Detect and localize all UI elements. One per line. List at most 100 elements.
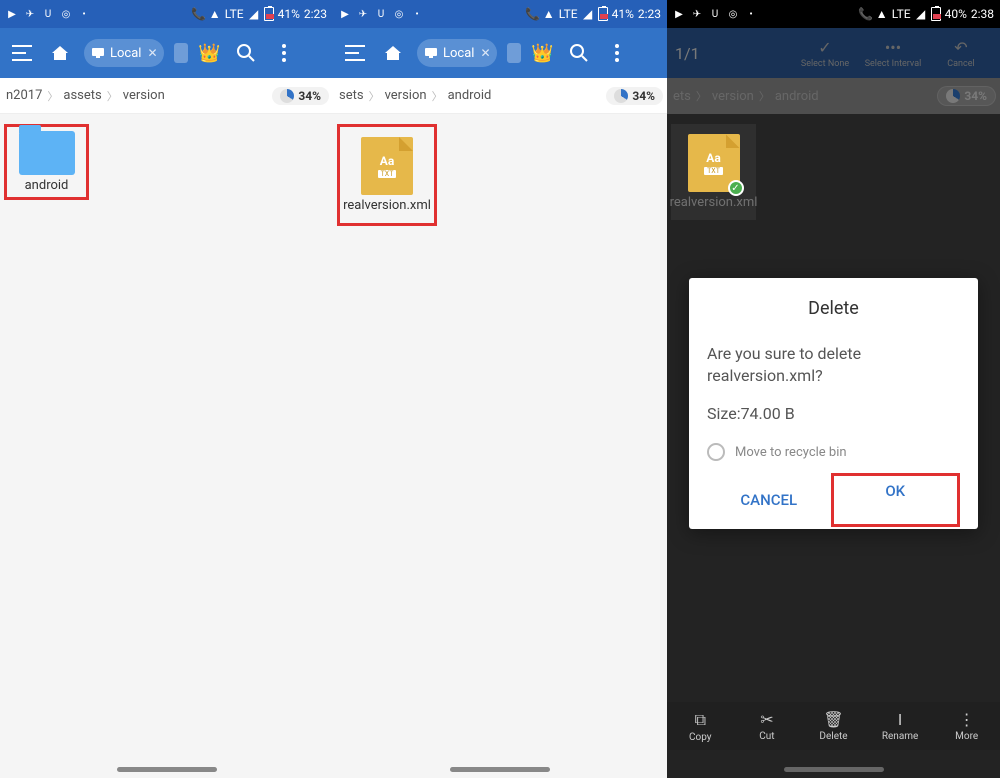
nav-pill[interactable] <box>450 767 550 772</box>
instagram-icon: ◎ <box>393 8 405 20</box>
delete-dialog: Delete Are you sure to delete realversio… <box>689 278 978 529</box>
folder-label: android <box>25 179 69 193</box>
more-icon: • <box>411 8 423 20</box>
app-icon: U <box>42 8 54 20</box>
crumb-item[interactable]: version <box>383 88 429 103</box>
battery-pct: 41% <box>612 7 634 21</box>
call-icon: 📞 <box>527 8 539 20</box>
more-icon: • <box>78 8 90 20</box>
recycle-label: Move to recycle bin <box>735 445 847 460</box>
pie-icon <box>614 89 628 103</box>
signal-icon: ◢ <box>582 8 594 20</box>
cut-action[interactable]: ✂Cut <box>734 702 801 750</box>
checkbox-icon[interactable] <box>707 443 725 461</box>
crumb-item[interactable]: assets <box>61 88 103 103</box>
signal-icon: ◢ <box>915 8 927 20</box>
chevron-right-icon: 〉 <box>429 88 446 104</box>
premium-crown-icon[interactable]: 👑 <box>198 41 222 65</box>
dialog-message: Are you sure to delete realversion.xml? <box>707 343 960 386</box>
battery-pct: 41% <box>278 7 300 21</box>
crumb-item[interactable]: android <box>446 88 494 103</box>
storage-indicator[interactable]: 34% <box>606 87 663 105</box>
copy-action[interactable]: ⧉Copy <box>667 702 734 750</box>
tab-label: Local <box>110 46 141 61</box>
chevron-right-icon: 〉 <box>104 88 121 104</box>
more-button[interactable] <box>603 39 631 67</box>
rename-action[interactable]: IRename <box>867 702 934 750</box>
chevron-right-icon: 〉 <box>44 88 61 104</box>
app-bar: Local ✕ 👑 <box>0 28 333 78</box>
new-tab-button[interactable] <box>174 43 188 63</box>
more-button[interactable] <box>270 39 298 67</box>
search-button[interactable] <box>232 39 260 67</box>
crumb-item[interactable]: sets <box>337 88 366 103</box>
dialog-title: Delete <box>707 298 960 319</box>
lte-label: LTE <box>225 7 244 21</box>
recycle-checkbox-row[interactable]: Move to recycle bin <box>707 443 960 461</box>
youtube-icon: ▶ <box>6 8 18 20</box>
local-tab[interactable]: Local ✕ <box>417 39 497 67</box>
home-button[interactable] <box>46 39 74 67</box>
youtube-icon: ▶ <box>339 8 351 20</box>
cut-icon: ✂ <box>760 710 773 729</box>
nav-pill[interactable] <box>784 767 884 772</box>
nav-pill[interactable] <box>117 767 217 772</box>
wifi-icon: ▲ <box>876 8 888 20</box>
storage-pct: 34% <box>632 89 655 103</box>
battery-icon <box>264 7 274 21</box>
crumb-item[interactable]: n2017 <box>4 88 44 103</box>
dialog-size: Size:74.00 B <box>707 404 960 423</box>
clock: 2:23 <box>638 7 661 21</box>
search-button[interactable] <box>565 39 593 67</box>
wifi-icon: ▲ <box>543 8 555 20</box>
home-button[interactable] <box>379 39 407 67</box>
youtube-icon: ▶ <box>673 8 685 20</box>
battery-icon <box>598 7 608 21</box>
more-action[interactable]: ⋮More <box>933 702 1000 750</box>
more-vertical-icon: ⋮ <box>959 710 975 729</box>
selected-check-icon: ✓ <box>728 180 744 196</box>
file-realversion-xml[interactable]: Aa TXT realversion.xml <box>337 124 437 226</box>
xml-file-icon: Aa TXT <box>361 137 413 195</box>
battery-pct: 40% <box>945 7 967 21</box>
trash-icon: 🗑 <box>823 710 843 729</box>
dialog-cancel-button[interactable]: CANCEL <box>707 479 831 521</box>
pie-icon <box>280 89 294 103</box>
signal-icon: ◢ <box>248 8 260 20</box>
copy-icon: ⧉ <box>695 710 706 730</box>
lte-label: LTE <box>892 7 911 21</box>
delete-action[interactable]: 🗑Delete <box>800 702 867 750</box>
folder-android[interactable]: android <box>4 124 89 200</box>
more-icon: • <box>745 8 757 20</box>
menu-button[interactable] <box>8 39 36 67</box>
premium-crown-icon[interactable]: 👑 <box>531 41 555 65</box>
status-bar: ▶ ✈ U ◎ • 📞 ▲ LTE ◢ 41% 2:23 <box>333 0 667 28</box>
status-bar: ▶ ✈ U ◎ • 📞 ▲ LTE ◢ 40% 2:38 <box>667 0 1000 28</box>
folder-icon <box>19 131 75 175</box>
tab-label: Local <box>443 46 474 61</box>
app-icon: U <box>709 8 721 20</box>
app-bar: Local ✕ 👑 <box>333 28 667 78</box>
menu-button[interactable] <box>341 39 369 67</box>
telegram-icon: ✈ <box>357 8 369 20</box>
battery-icon <box>931 7 941 21</box>
new-tab-button[interactable] <box>507 43 521 63</box>
close-tab-icon[interactable]: ✕ <box>480 46 490 60</box>
bottom-action-bar: ⧉Copy ✂Cut 🗑Delete IRename ⋮More <box>667 702 1000 750</box>
clock: 2:23 <box>304 7 327 21</box>
lte-label: LTE <box>559 7 578 21</box>
close-tab-icon[interactable]: ✕ <box>147 46 157 60</box>
telegram-icon: ✈ <box>24 8 36 20</box>
telegram-icon: ✈ <box>691 8 703 20</box>
crumb-item[interactable]: version <box>121 88 167 103</box>
clock: 2:38 <box>971 7 994 21</box>
status-bar: ▶ ✈ U ◎ • 📞 ▲ LTE ◢ 41% 2:23 <box>0 0 333 28</box>
wifi-icon: ▲ <box>209 8 221 20</box>
storage-indicator[interactable]: 34% <box>272 87 329 105</box>
local-tab[interactable]: Local ✕ <box>84 39 164 67</box>
call-icon: 📞 <box>193 8 205 20</box>
breadcrumb: n2017 〉 assets 〉 version 34% <box>0 78 333 114</box>
breadcrumb: sets 〉 version 〉 android 34% <box>333 78 667 114</box>
dialog-ok-button[interactable]: OK <box>831 473 961 527</box>
chevron-right-icon: 〉 <box>366 88 383 104</box>
